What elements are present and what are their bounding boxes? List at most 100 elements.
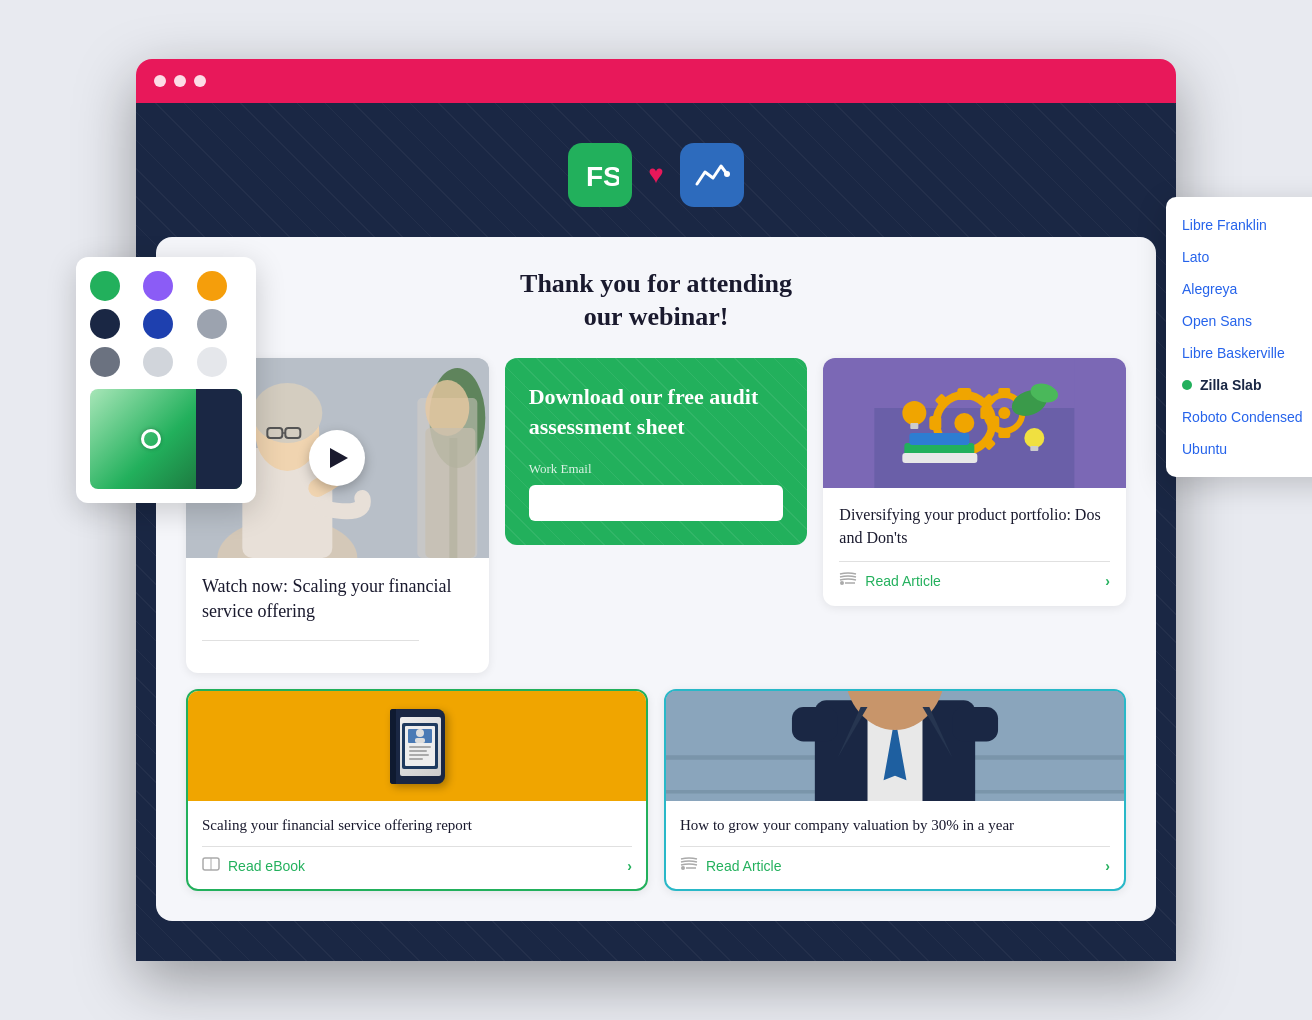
article-card-body: Diversifying your product portfolio: Dos… <box>823 488 1126 606</box>
article-divider <box>839 561 1110 562</box>
download-card: Download our free audit assessment sheet… <box>505 358 808 545</box>
bottom-article-card-body: How to grow your company valuation by 30… <box>666 801 1124 889</box>
font-option-label: Alegreya <box>1182 281 1237 297</box>
svg-point-71 <box>681 866 685 870</box>
video-divider <box>202 640 419 641</box>
font-picker-panel: Libre Franklin Lato Alegreya Open Sans L… <box>1166 197 1312 477</box>
svg-rect-70 <box>952 708 998 742</box>
heading-line1: Thank you for attending <box>520 269 792 298</box>
svg-rect-33 <box>910 433 970 445</box>
swatch-gray-light[interactable] <box>143 347 173 377</box>
swatch-dark-navy[interactable] <box>90 309 120 339</box>
swatch-yellow[interactable] <box>197 271 227 301</box>
svg-rect-31 <box>981 407 990 419</box>
browser-window: FS ♥ <box>136 59 1176 962</box>
color-palette-panel <box>76 257 256 503</box>
download-label: Work Email <box>529 461 784 477</box>
swatch-blue[interactable] <box>143 309 173 339</box>
svg-point-41 <box>840 581 844 585</box>
ebook-book-visual <box>390 709 445 784</box>
font-option-roboto-condensed[interactable]: Roboto Condensed <box>1166 401 1312 433</box>
svg-point-1 <box>724 171 730 177</box>
browser-titlebar <box>136 59 1176 103</box>
svg-point-37 <box>1025 428 1045 448</box>
logo-fs: FS <box>568 143 632 207</box>
swatch-gray-dark[interactable] <box>90 347 120 377</box>
font-option-lato[interactable]: Lato <box>1166 241 1312 273</box>
svg-point-18 <box>955 413 975 433</box>
bottom-article-icon <box>680 857 698 875</box>
font-option-label: Lato <box>1182 249 1209 265</box>
main-content-area: Libre Franklin Lato Alegreya Open Sans L… <box>156 237 1156 922</box>
svg-rect-46 <box>415 738 425 743</box>
svg-point-35 <box>903 401 927 425</box>
bottom-article-divider <box>680 846 1110 847</box>
read-ebook-label: Read eBook <box>228 858 305 874</box>
font-option-open-sans[interactable]: Open Sans <box>1166 305 1312 337</box>
read-ebook-link[interactable]: Read eBook › <box>202 857 632 875</box>
svg-rect-21 <box>930 416 942 430</box>
ebook-icon <box>202 857 220 875</box>
work-email-input[interactable] <box>529 485 784 521</box>
gradient-preview[interactable] <box>90 389 242 489</box>
svg-rect-49 <box>409 754 429 756</box>
font-option-zilla-slab[interactable]: Zilla Slab <box>1166 369 1312 401</box>
content-grid: Watch now: Scaling your financial servic… <box>186 358 1126 673</box>
font-option-ubuntu[interactable]: Ubuntu <box>1166 433 1312 465</box>
page-heading: Thank you for attending our webinar! <box>186 267 1126 335</box>
swatch-green[interactable] <box>90 271 120 301</box>
font-option-alegreya[interactable]: Alegreya <box>1166 273 1312 305</box>
traffic-light-3[interactable] <box>194 75 206 87</box>
gradient-preview-dark <box>196 389 242 489</box>
video-title: Watch now: Scaling your financial servic… <box>202 574 473 624</box>
traffic-light-2[interactable] <box>174 75 186 87</box>
swatch-gray-medium[interactable] <box>197 309 227 339</box>
swatch-gray-lighter[interactable] <box>197 347 227 377</box>
read-article-link[interactable]: Read Article › <box>839 572 1110 590</box>
read-article-label: Read Article <box>865 573 940 589</box>
font-option-label: Zilla Slab <box>1200 377 1261 393</box>
ebook-card-body: Scaling your financial service offering … <box>188 801 646 889</box>
read-chevron-icon: › <box>1105 573 1110 589</box>
font-option-libre-franklin[interactable]: Libre Franklin <box>1166 209 1312 241</box>
font-option-libre-baskerville[interactable]: Libre Baskerville <box>1166 337 1312 369</box>
ebook-title: Scaling your financial service offering … <box>202 815 632 836</box>
bottom-article-card: How to grow your company valuation by 30… <box>664 689 1126 891</box>
logo-nurture <box>680 143 744 207</box>
article-icon <box>839 572 857 590</box>
gradient-selector-handle[interactable] <box>141 429 161 449</box>
svg-point-8 <box>252 383 322 443</box>
bottom-article-image <box>666 691 1124 801</box>
color-swatches <box>90 271 242 377</box>
bottom-article-title: How to grow your company valuation by 30… <box>680 815 1110 836</box>
browser-body: FS ♥ <box>136 103 1176 962</box>
swatch-purple[interactable] <box>143 271 173 301</box>
svg-point-28 <box>999 407 1011 419</box>
ebook-card: Scaling your financial service offering … <box>186 689 648 891</box>
ebook-divider <box>202 846 632 847</box>
svg-point-13 <box>425 380 469 436</box>
ebook-cover <box>188 691 646 801</box>
article-image <box>823 358 1126 488</box>
svg-rect-47 <box>409 746 431 748</box>
download-title: Download our free audit assessment sheet <box>529 382 784 441</box>
bottom-grid: Scaling your financial service offering … <box>186 689 1126 921</box>
read-bottom-article-link[interactable]: Read Article › <box>680 857 1110 875</box>
heart-icon: ♥ <box>648 160 663 190</box>
svg-rect-19 <box>958 388 972 400</box>
traffic-light-1[interactable] <box>154 75 166 87</box>
font-option-label: Open Sans <box>1182 313 1252 329</box>
font-option-label: Libre Baskerville <box>1182 345 1285 361</box>
ebook-book-inner <box>400 717 441 776</box>
bottom-article-chevron-icon: › <box>1105 858 1110 874</box>
svg-rect-38 <box>1031 446 1039 451</box>
font-option-label: Ubuntu <box>1182 441 1227 457</box>
article-title: Diversifying your product portfolio: Dos… <box>839 504 1110 549</box>
svg-point-45 <box>416 729 424 737</box>
svg-rect-48 <box>409 750 427 752</box>
video-card-body: Watch now: Scaling your financial servic… <box>186 558 489 673</box>
font-selected-dot <box>1182 380 1192 390</box>
play-button[interactable] <box>309 430 365 486</box>
bottom-article-label: Read Article <box>706 858 781 874</box>
svg-text:FS: FS <box>586 161 619 192</box>
